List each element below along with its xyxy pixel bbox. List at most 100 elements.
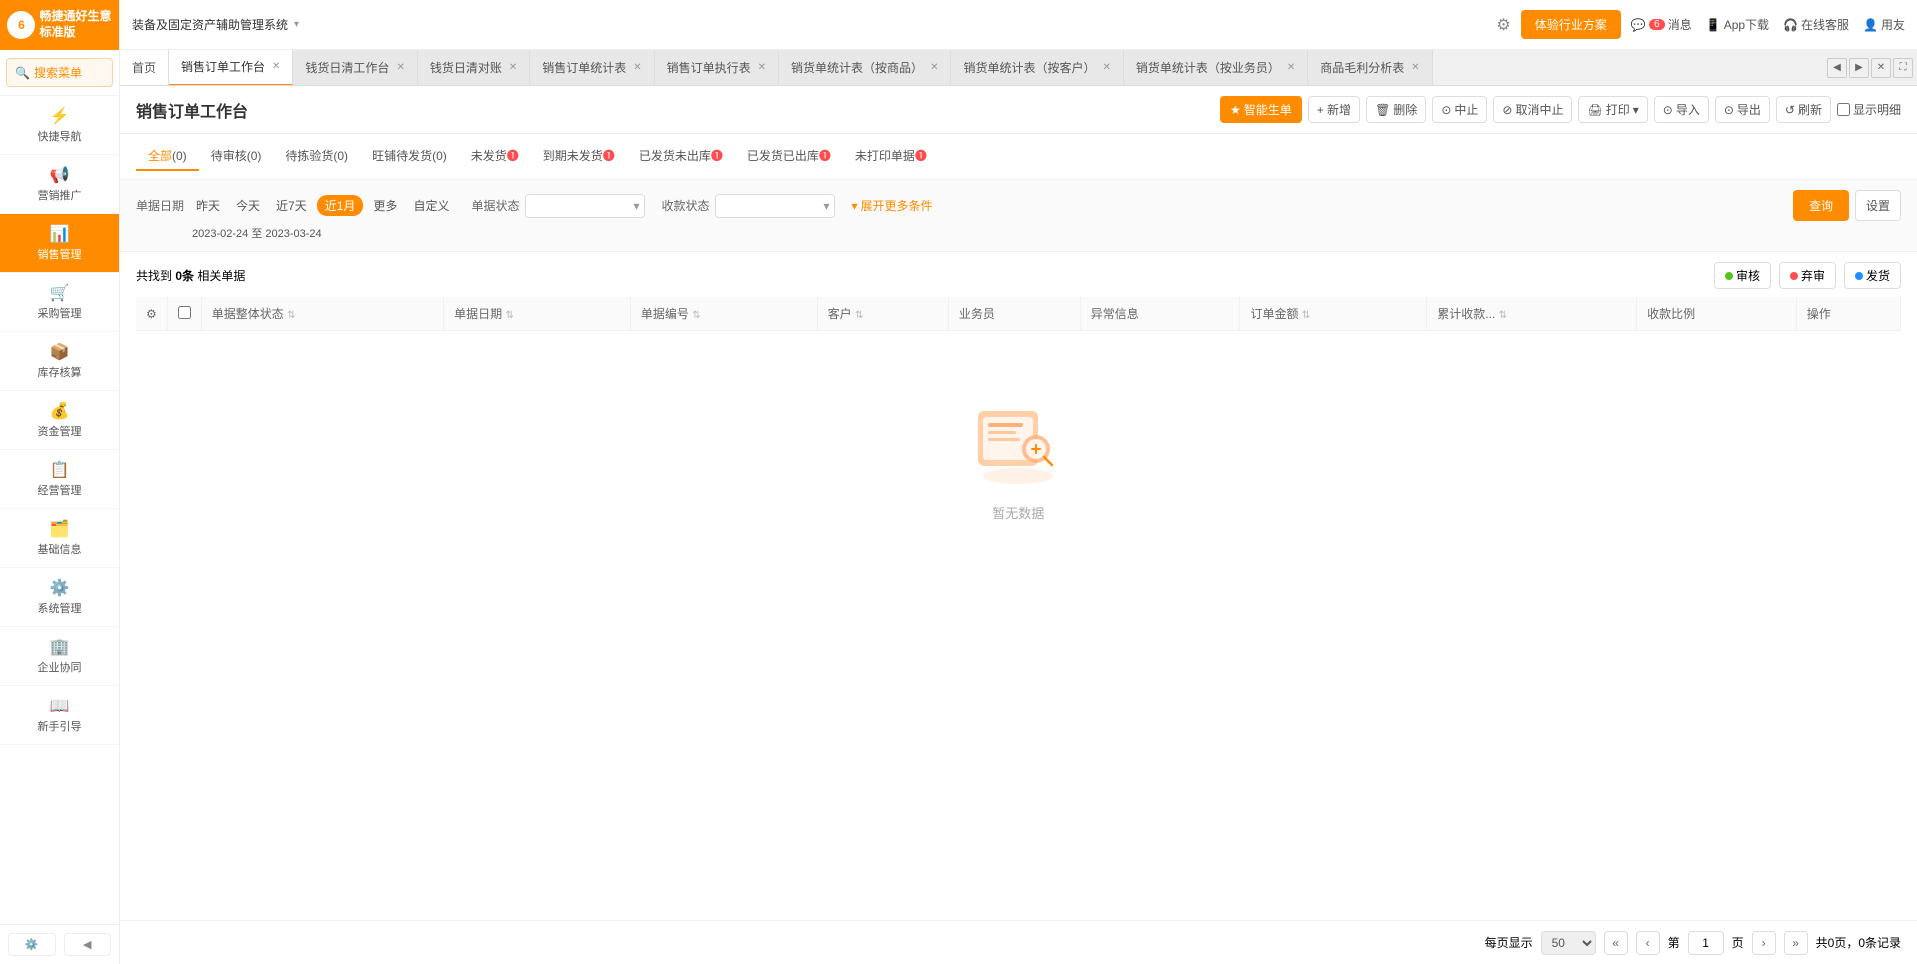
status-tab-pending-inspect[interactable]: 待拣验货(0) — [273, 142, 360, 171]
filter-date-yesterday[interactable]: 昨天 — [190, 195, 226, 216]
per-page-select[interactable]: 50 100 200 — [1541, 931, 1596, 955]
page-actions: ★ 智能生单 + 新增 🗑 删除 ⊙ 中止 ⊘ 取消中止 — [1220, 96, 1901, 123]
stop-button[interactable]: ⊙ 中止 — [1432, 96, 1487, 123]
smart-create-button[interactable]: ★ 智能生单 — [1220, 96, 1302, 123]
batch-review-button[interactable]: 审核 — [1714, 262, 1771, 289]
page-prev-button[interactable]: ‹ — [1636, 931, 1660, 955]
filter-payment-label: 收款状态 — [661, 197, 709, 214]
page-first-button[interactable]: « — [1604, 931, 1628, 955]
tab-sales-stat-customer[interactable]: 销货单统计表（按客户） ✕ — [951, 50, 1123, 86]
export-button[interactable]: ⊙ 导出 — [1715, 96, 1770, 123]
tab-nav-next[interactable]: ▶ — [1849, 58, 1869, 78]
tab-gross-profit[interactable]: 商品毛利分析表 ✕ — [1308, 50, 1432, 86]
th-operation: 操作 — [1796, 297, 1900, 331]
status-tab-not-shipped[interactable]: 未发货❶ — [459, 142, 531, 171]
tab-home[interactable]: 首页 — [120, 50, 169, 86]
batch-ship-button[interactable]: 发货 — [1844, 262, 1901, 289]
tab-close-sales-exec[interactable]: ✕ — [758, 62, 766, 73]
user-menu-button[interactable]: 👤 用友 — [1863, 16, 1905, 33]
filter-date-today[interactable]: 今天 — [230, 195, 266, 216]
message-button[interactable]: 💬 6 消息 — [1631, 16, 1692, 33]
tab-close-cash-daily[interactable]: ✕ — [396, 62, 404, 73]
online-service-button[interactable]: 🎧 在线客服 — [1783, 16, 1849, 33]
tab-close-sales-stat-customer[interactable]: ✕ — [1102, 62, 1110, 73]
sidebar-item-basic[interactable]: 🗂️ 基础信息 — [0, 509, 119, 568]
filter-payment-select-wrap — [715, 194, 835, 218]
sidebar-item-guide[interactable]: 📖 新手引导 — [0, 686, 119, 745]
main-area: 装备及固定资产辅助管理系统 ▾ ⚙ 体验行业方案 💬 6 消息 📱 App下载 … — [120, 0, 1917, 964]
industry-solution-button[interactable]: 体验行业方案 — [1521, 10, 1621, 39]
cancel-stop-button[interactable]: ⊘ 取消中止 — [1493, 96, 1572, 123]
tab-close-sales-workbench[interactable]: ✕ — [272, 61, 280, 72]
tab-fullscreen[interactable]: ⛶ — [1893, 58, 1913, 78]
filter-date-7days[interactable]: 近7天 — [270, 195, 313, 216]
page-next-button[interactable]: › — [1752, 931, 1776, 955]
status-tab-shipped-not-stocked[interactable]: 已发货未出库❶ — [627, 142, 735, 171]
status-tab-all[interactable]: 全部(0) — [136, 142, 199, 171]
data-table: ⚙ 单据整体状态 ⇅ 单据日期 ⇅ 单据编号 — [136, 297, 1901, 582]
status-tab-shipped-stocked[interactable]: 已发货已出库❶ — [735, 142, 843, 171]
refresh-button[interactable]: ↺ 刷新 — [1776, 96, 1831, 123]
print-button[interactable]: 🖨 打印 ▾ — [1578, 96, 1647, 123]
tab-nav-prev[interactable]: ◀ — [1827, 58, 1847, 78]
sidebar-item-stock[interactable]: 📦 库存核算 — [0, 332, 119, 391]
collapse-button[interactable]: ◀ — [64, 933, 112, 956]
tab-sales-stat-product[interactable]: 销货单统计表（按商品） ✕ — [779, 50, 951, 86]
batch-cancel-button[interactable]: 弃审 — [1779, 262, 1836, 289]
status-tab-not-printed[interactable]: 未打印单据❶ — [843, 142, 939, 171]
filter-date-more[interactable]: 更多 — [367, 195, 403, 216]
filter-date-custom[interactable]: 自定义 — [407, 195, 455, 216]
show-detail-checkbox-label[interactable]: 显示明细 — [1837, 101, 1901, 118]
top-header: 装备及固定资产辅助管理系统 ▾ ⚙ 体验行业方案 💬 6 消息 📱 App下载 … — [120, 0, 1917, 50]
settings-bottom-button[interactable]: ⚙️ — [8, 933, 56, 956]
page-last-button[interactable]: » — [1784, 931, 1808, 955]
search-menu-button[interactable]: 🔍 搜索菜单 — [6, 58, 113, 87]
select-all-checkbox[interactable] — [178, 306, 191, 319]
sidebar-item-quick-nav[interactable]: ⚡ 快捷导航 — [0, 96, 119, 155]
status-tab-pending-review[interactable]: 待审核(0) — [199, 142, 274, 171]
quick-nav-icon: ⚡ — [50, 106, 70, 126]
page-input[interactable] — [1688, 931, 1724, 955]
filter-payment-select[interactable] — [715, 194, 835, 218]
filter-status-select[interactable] — [525, 194, 645, 218]
sidebar-item-system[interactable]: ⚙️ 系统管理 — [0, 568, 119, 627]
status-tab-overdue-not-shipped[interactable]: 到期未发货❶ — [531, 142, 627, 171]
tab-close-sales-stat-product[interactable]: ✕ — [930, 62, 938, 73]
tab-close-cash-reconcile[interactable]: ✕ — [509, 62, 517, 73]
sidebar-item-sales[interactable]: 📊 销售管理 — [0, 214, 119, 273]
purchase-icon: 🛒 — [50, 283, 70, 303]
tab-cash-daily[interactable]: 钱货日清工作台 ✕ — [293, 50, 417, 86]
sidebar-item-marketing[interactable]: 📢 营销推广 — [0, 155, 119, 214]
sort-customer-icon: ⇅ — [855, 310, 863, 321]
tab-cash-reconcile[interactable]: 钱货日清对账 ✕ — [418, 50, 530, 86]
tab-sales-stat[interactable]: 销售订单统计表 ✕ — [530, 50, 654, 86]
show-detail-checkbox[interactable] — [1837, 103, 1850, 116]
tab-sales-exec[interactable]: 销售订单执行表 ✕ — [655, 50, 779, 86]
empty-text: 暂无数据 — [992, 503, 1044, 522]
guide-icon: 📖 — [50, 696, 70, 716]
tab-close-all[interactable]: ✕ — [1871, 58, 1891, 78]
tab-close-gross-profit[interactable]: ✕ — [1411, 62, 1419, 73]
expand-icon: ▾ — [851, 199, 857, 213]
status-tab-wangpu-ship[interactable]: 旺铺待发货(0) — [360, 142, 459, 171]
add-button[interactable]: + 新增 — [1308, 96, 1360, 123]
sidebar-item-purchase[interactable]: 🛒 采购管理 — [0, 273, 119, 332]
expand-filter-button[interactable]: ▾ 展开更多条件 — [851, 197, 932, 214]
filter-payment-item: 收款状态 — [661, 194, 835, 218]
tab-close-sales-stat-staff[interactable]: ✕ — [1287, 62, 1295, 73]
query-button[interactable]: 查询 — [1793, 190, 1849, 221]
tab-sales-workbench[interactable]: 销售订单工作台 ✕ — [169, 50, 293, 86]
tab-close-sales-stat[interactable]: ✕ — [633, 62, 641, 73]
filter-date-1month[interactable]: 近1月 — [317, 195, 364, 216]
set-button[interactable]: 设置 — [1855, 190, 1901, 221]
sidebar-item-operation[interactable]: 📋 经营管理 — [0, 450, 119, 509]
app-download-button[interactable]: 📱 App下载 — [1706, 16, 1769, 33]
tab-sales-stat-staff[interactable]: 销货单统计表（按业务员） ✕ — [1124, 50, 1308, 86]
sidebar-item-enterprise[interactable]: 🏢 企业协同 — [0, 627, 119, 686]
import-button[interactable]: ⊙ 导入 — [1654, 96, 1709, 123]
sidebar-item-finance[interactable]: 💰 资金管理 — [0, 391, 119, 450]
table-summary-text: 共找到 0条 相关单据 — [136, 267, 245, 284]
delete-button[interactable]: 🗑 删除 — [1366, 96, 1426, 123]
enterprise-icon: 🏢 — [50, 637, 70, 657]
gear-button[interactable]: ⚙ — [1496, 15, 1510, 35]
